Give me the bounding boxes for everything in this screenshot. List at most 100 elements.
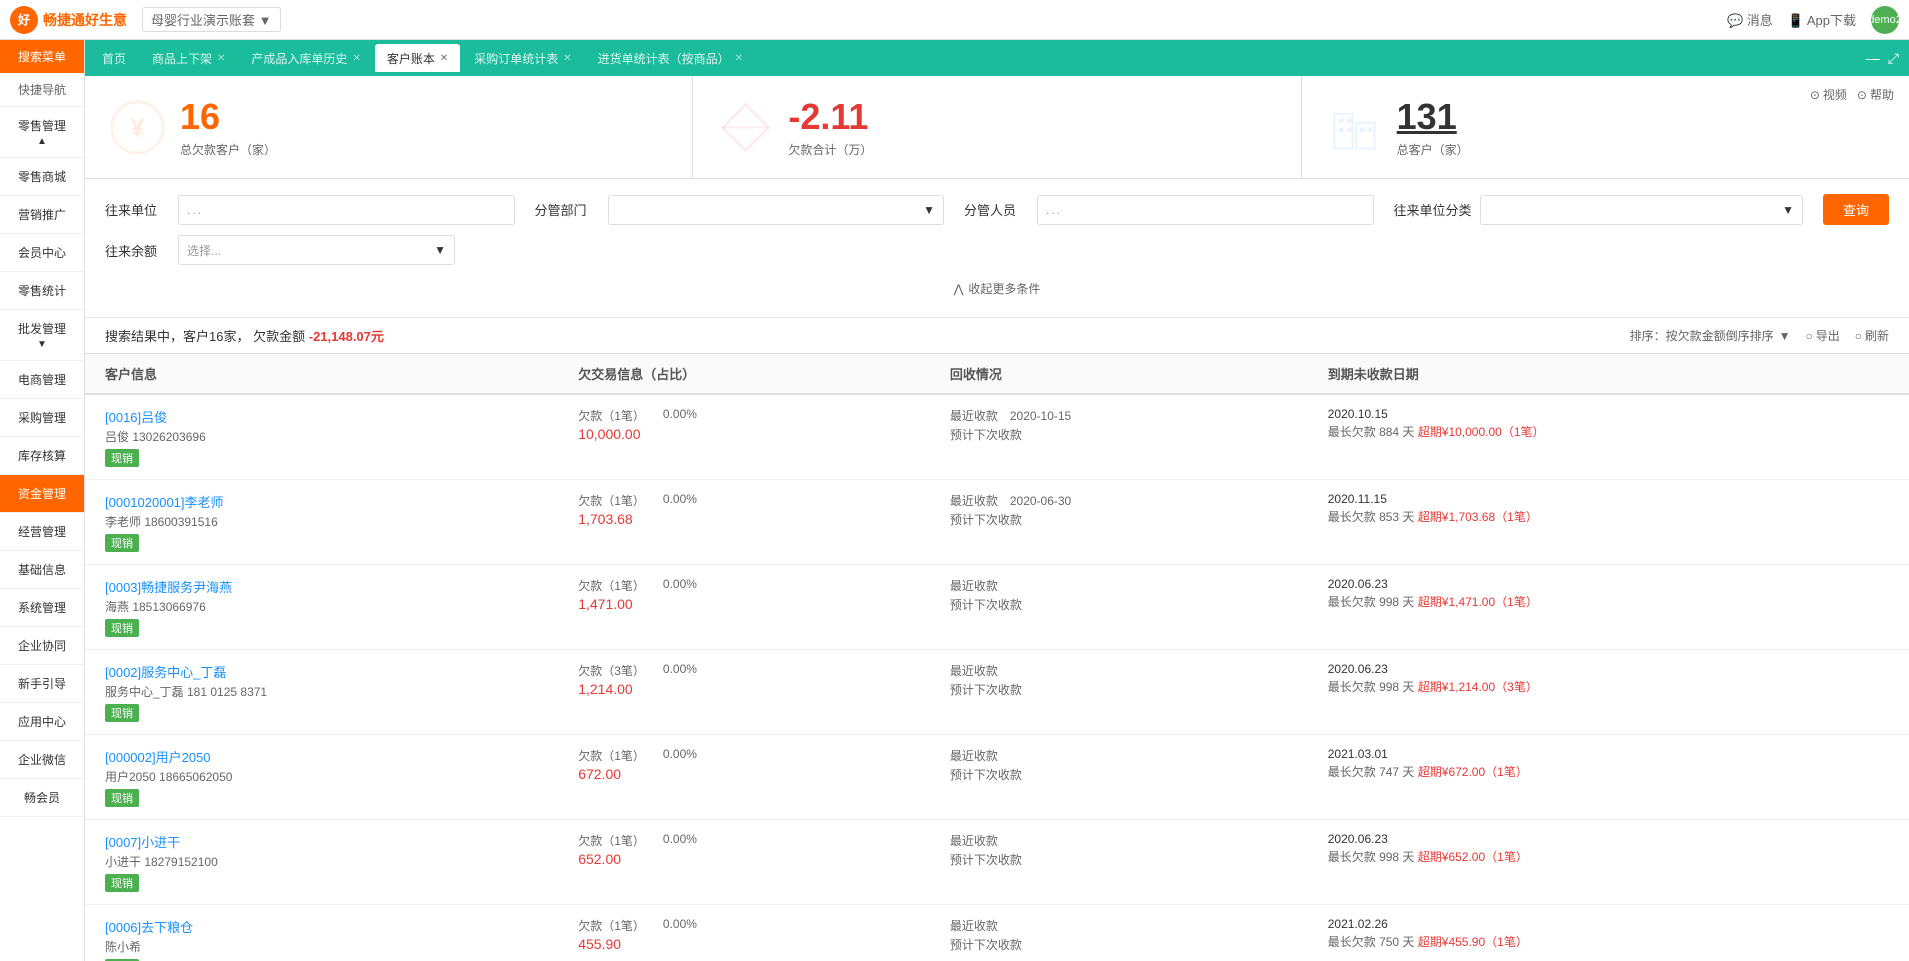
overdue-days-0: 最长欠款 884 天 超期¥10,000.00（1笔） [1328,423,1889,440]
sidebar-item-operations-mgmt[interactable]: 经营管理 [0,513,84,551]
tab-close-icon[interactable]: ✕ [440,53,448,64]
debt-row-4: 欠款（1笔） 672.00 0.00% [578,747,910,782]
tab-home[interactable]: 首页 [90,44,138,72]
store-selector[interactable]: 母婴行业演示账套 ▼ [142,7,281,32]
overdue-days-3: 最长欠款 998 天 超期¥1,214.00（3笔） [1328,678,1889,695]
sidebar-item-purchase-mgmt[interactable]: 采购管理 [0,399,84,437]
sidebar-item-ecommerce[interactable]: 电商管理 [0,361,84,399]
department-select[interactable]: ▼ [608,195,945,225]
remaining-amount-select[interactable]: 选择... ▼ [178,235,455,265]
export-button[interactable]: ○ 导出 [1805,327,1839,344]
sidebar-item-retail-mgmt[interactable]: 零售管理 ▲ [0,107,84,158]
customer-name-0[interactable]: [0016]吕俊 [105,407,538,426]
debt-amount-2[interactable]: 1,471.00 [578,596,645,612]
manager-input[interactable]: ... [1037,195,1374,225]
tab-stock-stats[interactable]: 进货单统计表（按商品） ✕ [586,44,755,72]
sidebar-search[interactable]: 搜索菜单 [0,40,84,73]
sidebar-item-app-center[interactable]: 应用中心 [0,703,84,741]
recent-payment-4: 最近收款 [950,747,1288,764]
debt-amount-6[interactable]: 455.90 [578,936,645,952]
sidebar-item-newbie[interactable]: 新手引导 [0,665,84,703]
sidebar-item-wechat[interactable]: 企业微信 [0,741,84,779]
debt-count-6: 欠款（1笔） [578,917,645,934]
debt-amount-5[interactable]: 652.00 [578,851,645,867]
overdue-link-3[interactable]: 超期¥1,214.00（3笔） [1418,680,1538,694]
avatar[interactable]: demo2 [1871,6,1899,34]
debt-row-6: 欠款（1笔） 455.90 0.00% [578,917,910,952]
sidebar-item-retail-store[interactable]: 零售商城 [0,158,84,196]
overdue-link-1[interactable]: 超期¥1,703.68（1笔） [1418,510,1538,524]
sort-label: 排序：按欠款金额倒序排序 [1630,327,1774,344]
customer-name-2[interactable]: [0003]畅捷服务尹海燕 [105,577,538,596]
sidebar-item-enterprise[interactable]: 企业协同 [0,627,84,665]
sidebar-item-basic-info[interactable]: 基础信息 [0,551,84,589]
msg-btn[interactable]: 💬 消息 [1727,10,1773,29]
stat-card-owed-customers: ¥ 16 总欠款客户（家） [85,76,693,178]
debt-amount-3[interactable]: 1,214.00 [578,681,645,697]
debt-ratio-2: 0.00% [663,577,697,591]
sidebar-quick-nav[interactable]: 快捷导航 [0,73,84,107]
debt-amount-0[interactable]: 10,000.00 [578,426,645,442]
filter-unit-category: 往来单位分类 ▼ [1394,195,1804,225]
tab-product-shelf[interactable]: 商品上下架 ✕ [140,44,237,72]
cell-customer-info-6: [0006]去下粮仓 陈小希 现销 [85,905,558,961]
overdue-link-4[interactable]: 超期¥672.00（1笔） [1418,765,1528,779]
collapse-bar[interactable]: ⋀ 收起更多条件 [105,275,1889,302]
sidebar-item-member-vip[interactable]: 畅会员 [0,779,84,817]
tab-close-icon[interactable]: ✕ [563,53,571,64]
customer-name-1[interactable]: [0001020001]李老师 [105,492,538,511]
results-bar: 搜索结果中，客户16家， 欠款金额 -21,148.07元 排序：按欠款金额倒序… [85,318,1909,354]
customer-tag-0: 现销 [105,449,139,467]
tab-product-history[interactable]: 产成品入库单历史 ✕ [239,44,372,72]
sort-select[interactable]: 排序：按欠款金额倒序排序 ▼ [1630,327,1791,344]
cell-collection-1: 最近收款 2020-06-30 预计下次收款 [930,480,1308,565]
sidebar-item-member-center[interactable]: 会员中心 [0,234,84,272]
sidebar-item-capital-mgmt[interactable]: 资金管理 [0,475,84,513]
customer-name-4[interactable]: [000002]用户2050 [105,747,538,766]
col-collection: 回收情况 [930,354,1308,394]
overdue-link-0[interactable]: 超期¥10,000.00（1笔） [1418,425,1545,439]
from-unit-input[interactable]: ... [178,195,515,225]
tab-collapse-icon[interactable]: — [1866,50,1880,67]
sidebar-item-batch-mgmt[interactable]: 批发管理 ▼ [0,310,84,361]
customer-name-6[interactable]: [0006]去下粮仓 [105,917,538,936]
tab-close-icon[interactable]: ✕ [735,53,743,64]
customer-name-5[interactable]: [0007]小进干 [105,832,538,851]
overdue-link-6[interactable]: 超期¥455.90（1笔） [1418,935,1528,949]
help-btn[interactable]: ⊙ 帮助 [1857,86,1894,103]
sidebar-item-marketing[interactable]: 营销推广 [0,196,84,234]
tab-customer-account[interactable]: 客户账本 ✕ [375,44,460,72]
tab-expand-icon[interactable]: ⤢ [1888,50,1899,67]
sidebar-item-inventory[interactable]: 库存核算 [0,437,84,475]
cell-collection-5: 最近收款 预计下次收款 [930,820,1308,905]
tab-purchase-order[interactable]: 采购订单统计表 ✕ [462,44,583,72]
debt-amount-1[interactable]: 1,703.68 [578,511,645,527]
query-button[interactable]: 查询 [1823,194,1889,225]
overdue-date-1: 2020.11.15 [1328,492,1889,506]
next-collection-5: 预计下次收款 [950,851,1288,868]
sidebar-item-retail-stats[interactable]: 零售统计 [0,272,84,310]
overdue-link-2[interactable]: 超期¥1,471.00（1笔） [1418,595,1538,609]
app-download-btn[interactable]: 📱 App下载 [1788,10,1856,29]
tab-bar-actions: — ⤢ [1866,50,1904,67]
filter-row-2: 往来余额 选择... ▼ [105,235,1889,265]
customer-contact-3: 服务中心_丁磊 181 0125 8371 [105,683,538,700]
filter-label-department: 分管部门 [535,200,600,219]
building-icon [1327,100,1382,155]
debt-row-5: 欠款（1笔） 652.00 0.00% [578,832,910,867]
tab-close-icon[interactable]: ✕ [352,53,360,64]
customer-name-3[interactable]: [0002]服务中心_丁磊 [105,662,538,681]
stat-card-owed-amount: -2.11 欠款合计（万） [693,76,1301,178]
refresh-button[interactable]: ○ 刷新 [1855,327,1889,344]
debt-ratio-6: 0.00% [663,917,697,931]
sidebar-item-system-mgmt[interactable]: 系统管理 [0,589,84,627]
tab-close-icon[interactable]: ✕ [217,53,225,64]
customer-tag-4: 现销 [105,789,139,807]
debt-row-3: 欠款（3笔） 1,214.00 0.00% [578,662,910,697]
overdue-link-5[interactable]: 超期¥652.00（1笔） [1418,850,1528,864]
unit-category-select[interactable]: ▼ [1480,195,1803,225]
debt-count-0: 欠款（1笔） [578,407,645,424]
video-btn[interactable]: ⊙ 视频 [1810,86,1847,103]
debt-amount-4[interactable]: 672.00 [578,766,645,782]
debt-count-4: 欠款（1笔） [578,747,645,764]
